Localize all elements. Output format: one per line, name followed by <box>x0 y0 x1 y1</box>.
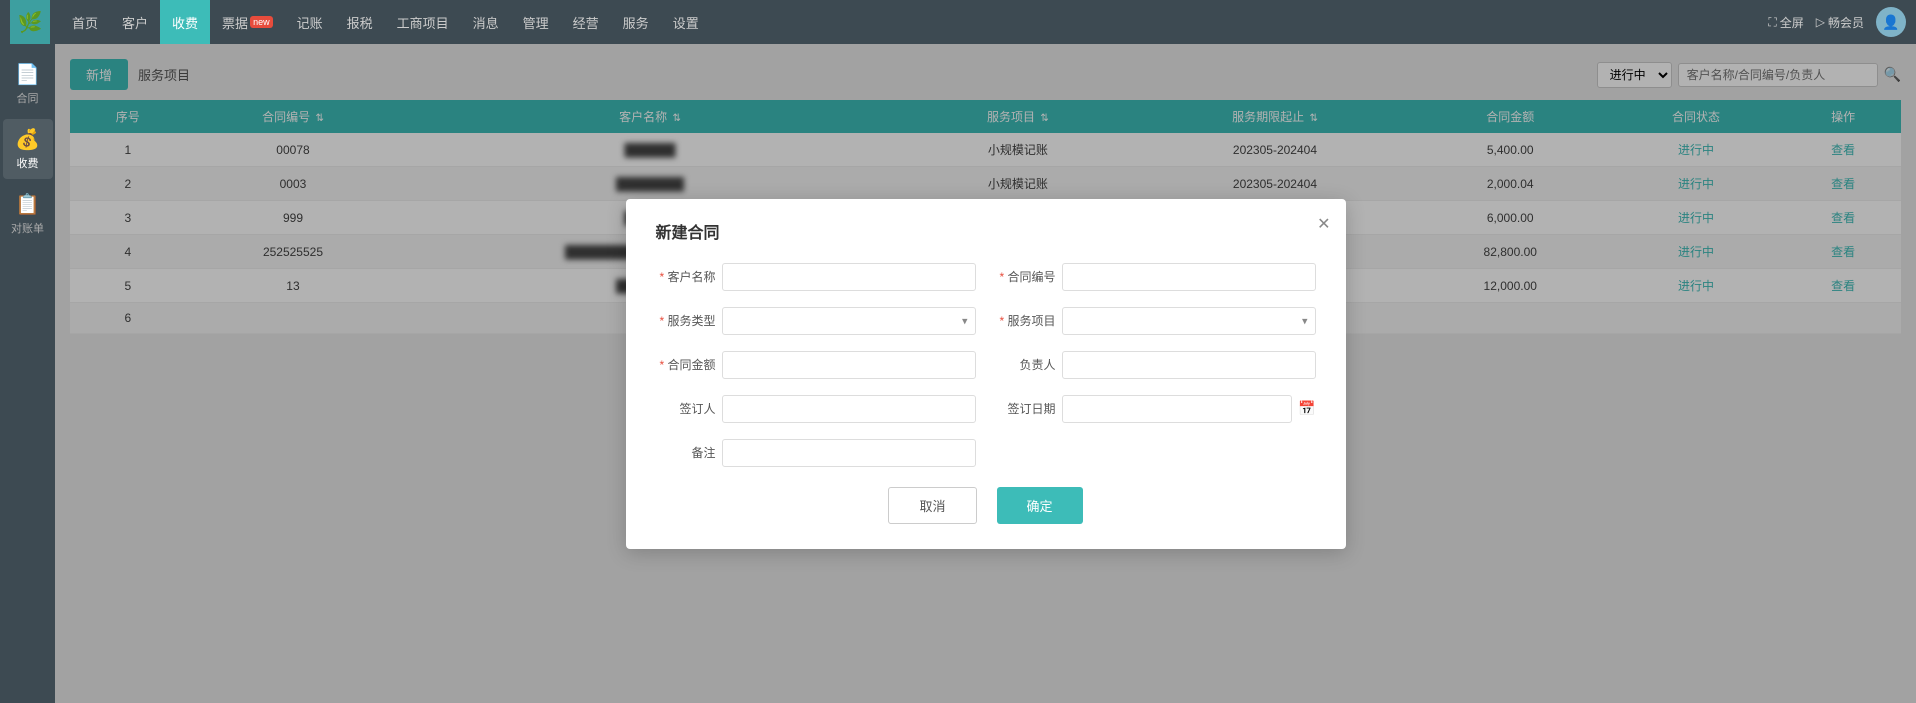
service-item-label: * 服务项目 <box>996 312 1056 329</box>
fullscreen-icon: ⛶ <box>1768 15 1776 30</box>
new-badge: new <box>250 16 273 28</box>
form-row-1: * 客户名称 * 合同编号 <box>656 263 1316 291</box>
modal-overlay: ✕ 新建合同 * 客户名称 * 合同编号 <box>55 44 1916 703</box>
nav-item-operation[interactable]: 经营 <box>561 0 611 44</box>
layout: 📄 合同 💰 收费 📋 对账单 新增 服务项目 进行中 已完成 已终止 🔍 <box>0 44 1916 703</box>
nav-item-tax[interactable]: 报税 <box>335 0 385 44</box>
sidebar-charge-label: 收费 <box>17 155 39 171</box>
amount-input[interactable]: 0.00 <box>722 351 976 379</box>
notes-label: 备注 <box>656 444 716 461</box>
form-group-person: 负责人 <box>996 351 1316 379</box>
form-row-3: * 合同金额 0.00 负责人 <box>656 351 1316 379</box>
sidebar: 📄 合同 💰 收费 📋 对账单 <box>0 44 55 703</box>
form-group-service-type: * 服务类型 <box>656 307 976 335</box>
new-contract-modal: ✕ 新建合同 * 客户名称 * 合同编号 <box>626 199 1346 549</box>
nav-item-message[interactable]: 消息 <box>461 0 511 44</box>
contract-no-label: * 合同编号 <box>996 268 1056 285</box>
statement-icon: 📋 <box>15 192 40 217</box>
modal-footer: 取消 确定 <box>656 487 1316 524</box>
sidebar-item-charge[interactable]: 💰 收费 <box>3 119 53 179</box>
form-row-2: * 服务类型 * 服务项目 <box>656 307 1316 335</box>
sidebar-item-contract[interactable]: 📄 合同 <box>3 54 53 114</box>
logo-icon: 🌿 <box>18 10 43 35</box>
sidebar-contract-label: 合同 <box>17 90 39 106</box>
sidebar-item-statement[interactable]: 📋 对账单 <box>3 184 53 244</box>
service-item-select[interactable] <box>1062 307 1316 335</box>
member-button[interactable]: ▷ 畅会员 <box>1816 14 1864 31</box>
nav-item-charge[interactable]: 收费 <box>160 0 210 44</box>
person-input[interactable] <box>1062 351 1316 379</box>
service-type-label: * 服务类型 <box>656 312 716 329</box>
form-group-service-item: * 服务项目 <box>996 307 1316 335</box>
nav-item-home[interactable]: 首页 <box>60 0 110 44</box>
nav-item-bookkeeping[interactable]: 记账 <box>285 0 335 44</box>
avatar[interactable]: 👤 <box>1876 7 1906 37</box>
notes-input[interactable] <box>722 439 976 467</box>
fullscreen-label: 全屏 <box>1780 14 1804 31</box>
nav-item-service[interactable]: 服务 <box>611 0 661 44</box>
service-item-select-wrapper <box>1062 307 1316 335</box>
fullscreen-button[interactable]: ⛶ 全屏 <box>1768 14 1803 31</box>
nav-item-invoice[interactable]: 票据 new <box>210 0 285 44</box>
customer-name-label: * 客户名称 <box>656 268 716 285</box>
form-group-amount: * 合同金额 0.00 <box>656 351 976 379</box>
charge-icon: 💰 <box>15 127 40 152</box>
contract-icon: 📄 <box>15 62 40 87</box>
form-row-4: 签订人 签订日期 2023-06-06 📅 <box>656 395 1316 423</box>
form-row-5: 备注 <box>656 439 1316 467</box>
confirm-button[interactable]: 确定 <box>997 487 1083 524</box>
nav-item-customer[interactable]: 客户 <box>110 0 160 44</box>
person-label: 负责人 <box>996 356 1056 373</box>
calendar-icon[interactable]: 📅 <box>1298 400 1315 417</box>
form-group-contract-no: * 合同编号 <box>996 263 1316 291</box>
top-nav-right: ⛶ 全屏 ▷ 畅会员 👤 <box>1768 7 1906 37</box>
top-nav: 🌿 首页 客户 收费 票据 new 记账 报税 工商项目 消息 管理 经营 服务… <box>0 0 1916 44</box>
signer-input[interactable] <box>722 395 976 423</box>
modal-close-button[interactable]: ✕ <box>1317 214 1330 234</box>
form-group-empty <box>996 439 1316 467</box>
service-type-select-wrapper <box>722 307 976 335</box>
sidebar-statement-label: 对账单 <box>11 220 44 236</box>
customer-name-input[interactable] <box>722 263 976 291</box>
nav-item-manage[interactable]: 管理 <box>511 0 561 44</box>
amount-label: * 合同金额 <box>656 356 716 373</box>
modal-title: 新建合同 <box>656 219 1316 243</box>
main-content: 新增 服务项目 进行中 已完成 已终止 🔍 序号 合同编号 ⇅ 客户名称 ⇅ 服… <box>55 44 1916 703</box>
form-group-customer: * 客户名称 <box>656 263 976 291</box>
service-type-select[interactable] <box>722 307 976 335</box>
cancel-button[interactable]: 取消 <box>888 487 976 524</box>
form-group-sign-date: 签订日期 2023-06-06 📅 <box>996 395 1316 423</box>
logo: 🌿 <box>10 0 50 44</box>
form-group-notes: 备注 <box>656 439 976 467</box>
sign-date-input[interactable]: 2023-06-06 <box>1062 395 1293 423</box>
member-label: 畅会员 <box>1828 14 1864 31</box>
nav-item-bizproject[interactable]: 工商项目 <box>385 0 461 44</box>
nav-item-settings[interactable]: 设置 <box>661 0 711 44</box>
signer-label: 签订人 <box>656 400 716 417</box>
sign-date-label: 签订日期 <box>996 400 1056 417</box>
form-group-signer: 签订人 <box>656 395 976 423</box>
play-icon: ▷ <box>1816 15 1825 29</box>
contract-no-input[interactable] <box>1062 263 1316 291</box>
